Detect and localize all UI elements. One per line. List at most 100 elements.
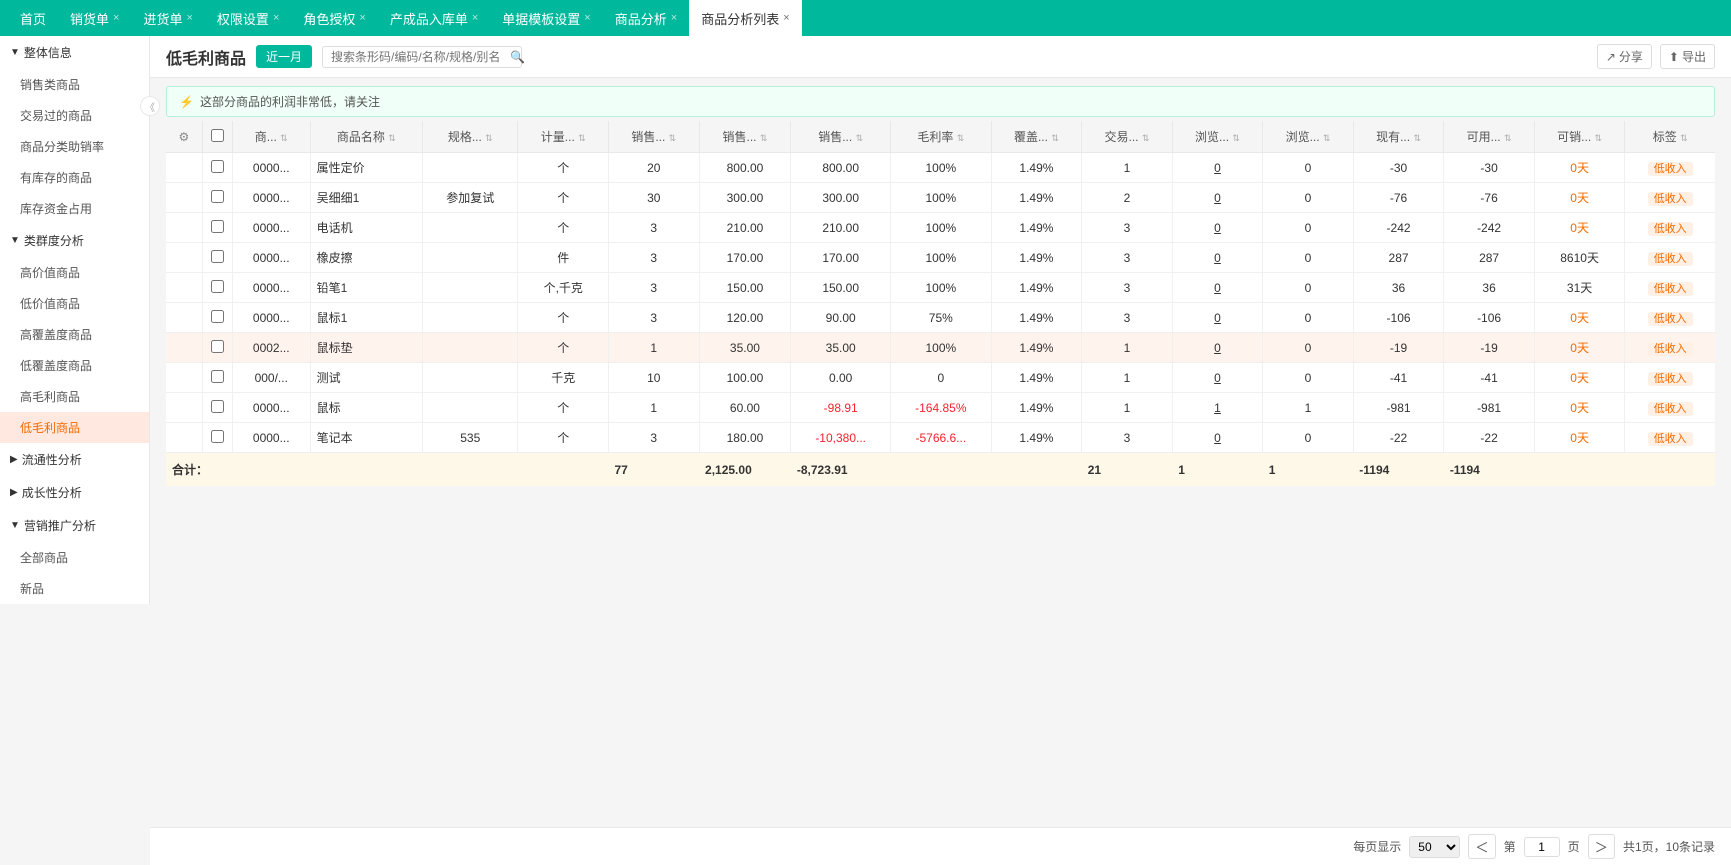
row-checkbox[interactable] xyxy=(211,340,224,353)
table-row: 0000... 铅笔1 个,千克 3 150.00 150.00 100% 1.… xyxy=(166,273,1715,303)
row-views1[interactable]: 0 xyxy=(1172,273,1263,303)
sidebar-section-cluster[interactable]: ▼ 类群度分析 xyxy=(0,224,149,257)
row-checkbox[interactable] xyxy=(211,250,224,263)
next-page-button[interactable]: ＞ xyxy=(1588,834,1615,859)
row-coverage: 1.49% xyxy=(991,183,1082,213)
row-checkbox[interactable] xyxy=(211,280,224,293)
sidebar-section-liquidity[interactable]: ▶ 流通性分析 xyxy=(0,443,149,476)
sidebar-item-high-coverage[interactable]: 高覆盖度商品 xyxy=(0,319,149,350)
th-spec[interactable]: 规格... ⇅ xyxy=(423,121,518,153)
th-sales-price[interactable]: 销售... ⇅ xyxy=(699,121,791,153)
th-coverage[interactable]: 覆盖... ⇅ xyxy=(991,121,1082,153)
nav-sales-order[interactable]: 销货单 × xyxy=(58,0,131,36)
sidebar-item-all-goods[interactable]: 全部商品 xyxy=(0,542,149,573)
row-views2: 0 xyxy=(1263,183,1354,213)
search-icon[interactable]: 🔍 xyxy=(510,50,525,64)
close-icon[interactable]: × xyxy=(783,12,789,24)
row-views1[interactable]: 1 xyxy=(1172,393,1263,423)
th-sales-qty[interactable]: 销售... ⇅ xyxy=(609,121,700,153)
nav-template-settings[interactable]: 单据模板设置 × xyxy=(490,0,602,36)
sidebar-section-marketing[interactable]: ▼ 营销推广分析 xyxy=(0,509,149,542)
row-views2: 0 xyxy=(1263,303,1354,333)
nav-product-analysis[interactable]: 商品分析 × xyxy=(603,0,689,36)
th-code[interactable]: 商... ⇅ xyxy=(232,121,310,153)
row-current-stock: -242 xyxy=(1353,213,1444,243)
page-number-input[interactable] xyxy=(1524,837,1560,857)
nav-purchase-order[interactable]: 进货单 × xyxy=(131,0,204,36)
row-checkbox[interactable] xyxy=(211,160,224,173)
th-tag[interactable]: 标签 ⇅ xyxy=(1625,121,1715,153)
sidebar-item-stock-capital[interactable]: 库存资金占用 xyxy=(0,193,149,224)
close-icon[interactable]: × xyxy=(584,12,590,24)
row-gross-margin: 75% xyxy=(890,303,991,333)
row-views1[interactable]: 0 xyxy=(1172,363,1263,393)
search-input[interactable] xyxy=(322,46,522,68)
row-views1[interactable]: 0 xyxy=(1172,153,1263,183)
row-sales-qty: 3 xyxy=(609,303,700,333)
row-sales-amount: 170.00 xyxy=(791,243,891,273)
page-size-select[interactable]: 50 100 200 xyxy=(1409,836,1460,858)
filter-button[interactable]: 近一月 xyxy=(256,45,312,68)
prev-page-button[interactable]: ＜ xyxy=(1468,834,1495,859)
export-button[interactable]: ⬆ 导出 xyxy=(1660,44,1715,69)
row-checkbox[interactable] xyxy=(211,370,224,383)
th-gross-margin[interactable]: 毛利率 ⇅ xyxy=(890,121,991,153)
row-views1[interactable]: 0 xyxy=(1172,243,1263,273)
row-views1[interactable]: 0 xyxy=(1172,213,1263,243)
th-trade[interactable]: 交易... ⇅ xyxy=(1082,121,1173,153)
sidebar-item-traded-goods[interactable]: 交易过的商品 xyxy=(0,100,149,131)
sidebar-item-high-value[interactable]: 高价值商品 xyxy=(0,257,149,288)
th-name[interactable]: 商品名称 ⇅ xyxy=(310,121,422,153)
row-checkbox[interactable] xyxy=(211,310,224,323)
close-icon[interactable]: × xyxy=(273,12,279,24)
row-views1[interactable]: 0 xyxy=(1172,333,1263,363)
table-row: 0000... 橡皮擦 件 3 170.00 170.00 100% 1.49%… xyxy=(166,243,1715,273)
th-current-stock[interactable]: 现有... ⇅ xyxy=(1353,121,1444,153)
export-icon: ⬆ xyxy=(1669,50,1679,64)
th-unit[interactable]: 计量... ⇅ xyxy=(518,121,609,153)
close-icon[interactable]: × xyxy=(359,12,365,24)
th-views1[interactable]: 浏览... ⇅ xyxy=(1172,121,1263,153)
nav-finished-goods[interactable]: 产成品入库单 × xyxy=(378,0,490,36)
tag-label: 低收入 xyxy=(1648,222,1693,236)
row-checkbox[interactable] xyxy=(211,190,224,203)
row-sales-qty: 30 xyxy=(609,183,700,213)
row-views1[interactable]: 0 xyxy=(1172,423,1263,453)
notice-bar: ⚡ 这部分商品的利润非常低，请关注 xyxy=(166,86,1715,117)
nav-permission-settings[interactable]: 权限设置 × xyxy=(205,0,291,36)
nav-product-analysis-list[interactable]: 商品分析列表 × xyxy=(689,0,801,36)
sidebar-section-overview[interactable]: ▼ 整体信息 xyxy=(0,36,149,69)
sidebar-item-new-goods[interactable]: 新品 xyxy=(0,573,149,604)
sidebar-section-growth[interactable]: ▶ 成长性分析 xyxy=(0,476,149,509)
tag-label: 低收入 xyxy=(1648,192,1693,206)
row-views1[interactable]: 0 xyxy=(1172,183,1263,213)
sidebar-item-sales-goods[interactable]: 销售类商品 xyxy=(0,69,149,100)
th-settings[interactable]: ⚙ xyxy=(166,121,202,153)
share-button[interactable]: ↗ 分享 xyxy=(1597,44,1652,69)
sidebar-item-low-margin[interactable]: 低毛利商品 xyxy=(0,412,149,443)
close-icon[interactable]: × xyxy=(472,12,478,24)
row-checkbox[interactable] xyxy=(211,430,224,443)
sidebar-item-category-rate[interactable]: 商品分类助销率 xyxy=(0,131,149,162)
sidebar-item-stocked-goods[interactable]: 有库存的商品 xyxy=(0,162,149,193)
row-checkbox[interactable] xyxy=(211,400,224,413)
th-available[interactable]: 可用... ⇅ xyxy=(1444,121,1535,153)
close-icon[interactable]: × xyxy=(671,12,677,24)
sidebar-item-high-margin[interactable]: 高毛利商品 xyxy=(0,381,149,412)
th-sellable[interactable]: 可销... ⇅ xyxy=(1534,121,1625,153)
row-checkbox[interactable] xyxy=(211,220,224,233)
nav-role-auth[interactable]: 角色授权 × xyxy=(291,0,377,36)
row-name: 铅笔1 xyxy=(310,273,422,303)
th-checkbox[interactable] xyxy=(202,121,232,153)
sidebar-collapse-button[interactable]: 《 xyxy=(140,96,160,116)
sidebar-item-low-coverage[interactable]: 低覆盖度商品 xyxy=(0,350,149,381)
row-views1[interactable]: 0 xyxy=(1172,303,1263,333)
th-sales-amount[interactable]: 销售... ⇅ xyxy=(791,121,891,153)
close-icon[interactable]: × xyxy=(113,12,119,24)
close-icon[interactable]: × xyxy=(186,12,192,24)
select-all-checkbox[interactable] xyxy=(211,129,224,142)
row-sales-amount: 800.00 xyxy=(791,153,891,183)
th-views2[interactable]: 浏览... ⇅ xyxy=(1263,121,1354,153)
sidebar-item-low-value[interactable]: 低价值商品 xyxy=(0,288,149,319)
nav-home[interactable]: 首页 xyxy=(8,0,58,36)
